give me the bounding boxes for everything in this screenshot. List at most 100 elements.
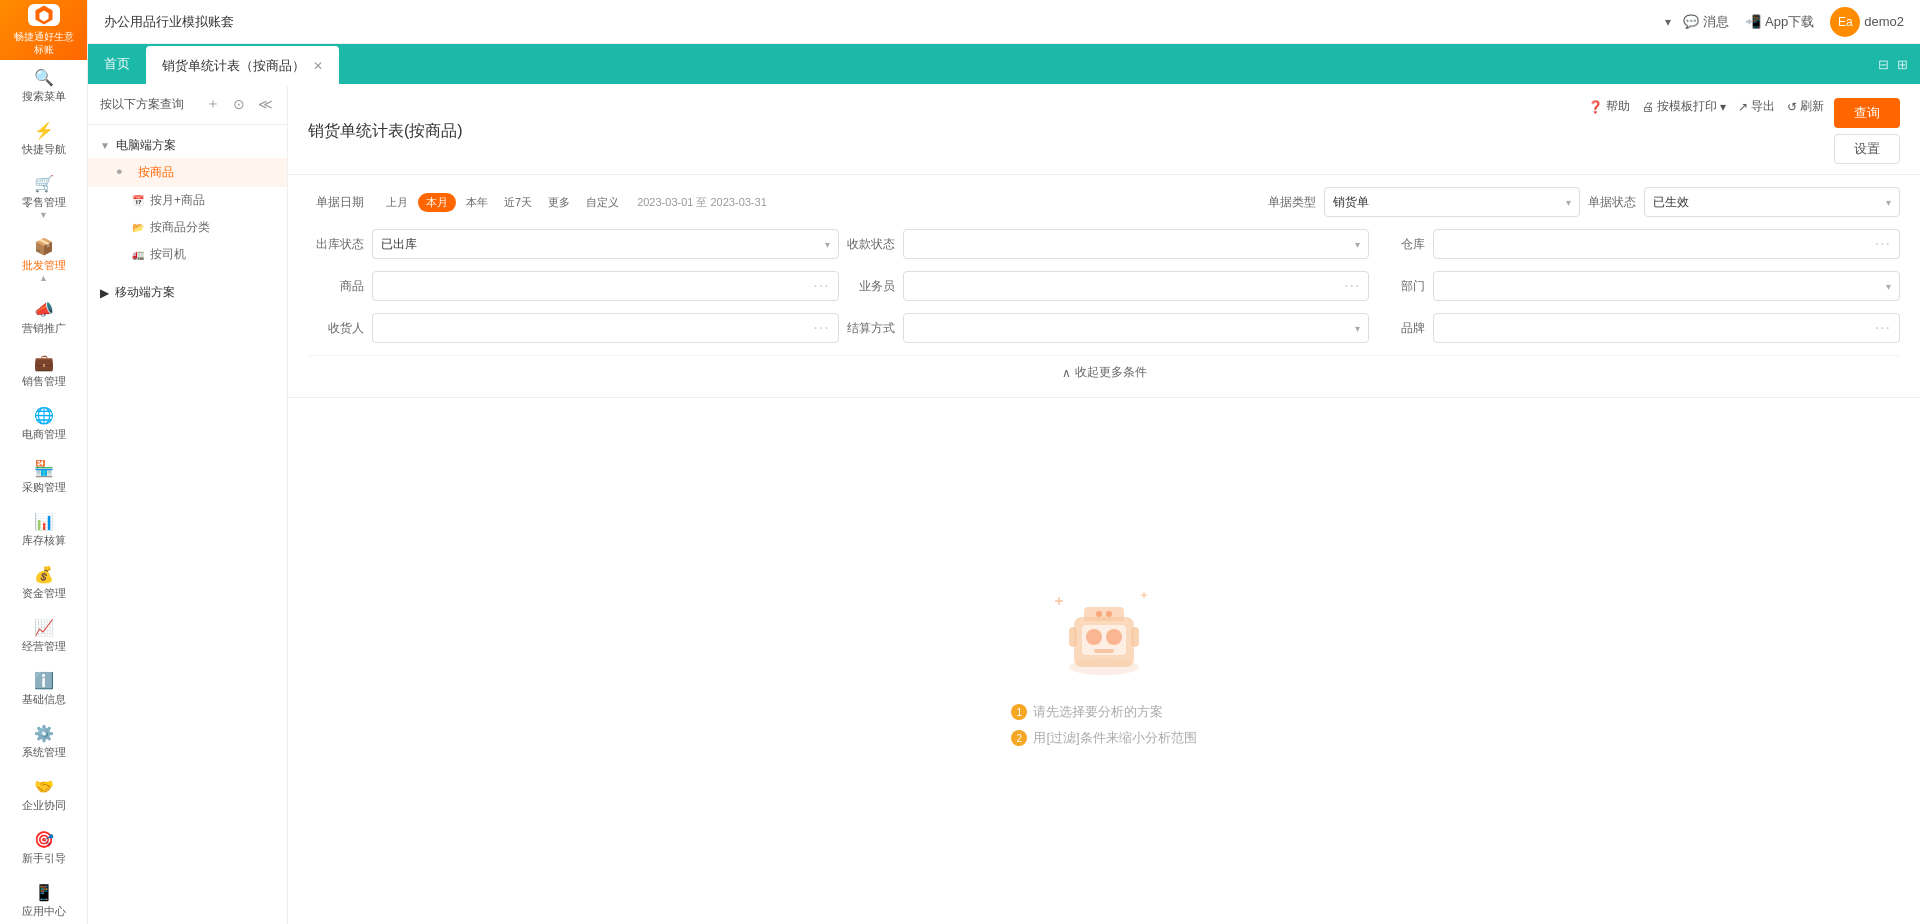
messages-btn[interactable]: 💬 消息: [1683, 13, 1729, 31]
filter-item-dept: 部门 ▾: [1369, 271, 1900, 301]
print-dropdown-icon: ▾: [1720, 100, 1726, 114]
salesman-control[interactable]: ···: [903, 271, 1370, 301]
maximize-icon[interactable]: ⊞: [1897, 57, 1908, 72]
sales-icon: 💼: [34, 353, 54, 372]
sidebar-item-enterprise[interactable]: 🤝 企业协同: [0, 769, 87, 822]
receipt-status-label: 收款状态: [839, 236, 895, 253]
svg-rect-4: [1106, 629, 1122, 645]
user-profile[interactable]: Ea demo2: [1830, 7, 1904, 37]
sidebar-item-retail[interactable]: 🛒 零售管理 ▼: [0, 166, 87, 229]
sidebar-item-guide[interactable]: 🎯 新手引导: [0, 822, 87, 875]
filter-item-out-status: 出库状态 已出库 ▾: [308, 229, 839, 259]
sidebar-item-operation[interactable]: 📈 经营管理: [0, 610, 87, 663]
tree-item-by-category[interactable]: 📂 按商品分类: [88, 214, 287, 241]
filter-item-brand: 品牌 ···: [1369, 313, 1900, 343]
tab-close-icon[interactable]: ✕: [313, 59, 323, 73]
salesman-dots: ···: [1344, 277, 1360, 295]
filter-item-date: 单据日期 上月 本月 本年 近7天 更多 自定义 2023-03-01 至 20…: [308, 193, 1260, 212]
receipt-status-dropdown-icon: ▾: [1355, 239, 1360, 250]
svg-rect-8: [1084, 607, 1124, 621]
type-control[interactable]: 销货单 ▾: [1324, 187, 1580, 217]
tree-section-mobile-header[interactable]: ▶ 移动端方案: [88, 280, 287, 305]
filter-item-receipt-status: 收款状态 ▾: [839, 229, 1370, 259]
tip-num-2: 2: [1011, 730, 1027, 746]
tree-item-by-goods[interactable]: ● 按商品: [88, 158, 287, 187]
app-center-icon: 📱: [34, 883, 54, 902]
message-icon: 💬: [1683, 14, 1699, 29]
left-panel: 按以下方案查询 ＋ ⊙ ≪ ▼ 电脑端方案 ● 按商品 📅: [88, 84, 288, 924]
brand-control[interactable]: ···: [1433, 313, 1900, 343]
out-status-control[interactable]: 已出库 ▾: [372, 229, 839, 259]
date-tab-this-month[interactable]: 本月: [418, 193, 456, 212]
settle-label: 结算方式: [839, 320, 895, 337]
sidebar-item-search-menu[interactable]: 🔍 搜索菜单: [0, 60, 87, 113]
date-tab-last-month[interactable]: 上月: [380, 193, 414, 212]
sidebar-item-marketing[interactable]: 📣 营销推广: [0, 292, 87, 345]
settings-button[interactable]: 设置: [1834, 134, 1900, 164]
receiver-control[interactable]: ···: [372, 313, 839, 343]
date-tab-this-year[interactable]: 本年: [460, 193, 494, 212]
sidebar-item-wholesale[interactable]: 📦 批发管理 ▲: [0, 229, 87, 292]
minimize-icon[interactable]: ⊟: [1878, 57, 1889, 72]
date-range: 2023-03-01 至 2023-03-31: [637, 195, 767, 210]
goods-control[interactable]: ···: [372, 271, 839, 301]
filter-area: 单据日期 上月 本月 本年 近7天 更多 自定义 2023-03-01 至 20…: [288, 175, 1920, 398]
tab-home[interactable]: 首页: [88, 44, 146, 84]
page-title-bar: 销货单统计表(按商品) ❓ 帮助 🖨 按模板打印 ▾ ↗: [288, 84, 1920, 175]
tab-sales-stat[interactable]: 销货单统计表（按商品） ✕: [146, 46, 339, 86]
svg-rect-7: [1131, 627, 1139, 647]
warehouse-control[interactable]: ···: [1433, 229, 1900, 259]
sidebar: 畅捷通好生意 标账 🔍 搜索菜单 ⚡ 快捷导航 🛒 零售管理 ▼ 📦 批发管理 …: [0, 0, 88, 924]
help-icon: ❓: [1588, 100, 1603, 114]
dept-dropdown-icon: ▾: [1886, 281, 1891, 292]
search-menu-icon: 🔍: [34, 68, 54, 87]
sidebar-item-inventory[interactable]: 📊 库存核算: [0, 504, 87, 557]
status-control[interactable]: 已生效 ▾: [1644, 187, 1900, 217]
add-scheme-btn[interactable]: ＋: [203, 94, 223, 114]
sidebar-item-finance[interactable]: 💰 资金管理: [0, 557, 87, 610]
settings-scheme-btn[interactable]: ⊙: [229, 94, 249, 114]
sidebar-item-sales[interactable]: 💼 销售管理: [0, 345, 87, 398]
filter-item-type: 单据类型 销货单 ▾: [1260, 187, 1580, 217]
tree-item-by-scanner[interactable]: 🚛 按司机: [88, 241, 287, 268]
sidebar-item-purchase[interactable]: 🏪 采购管理: [0, 451, 87, 504]
collapse-btn[interactable]: ∧ 收起更多条件: [1062, 364, 1147, 381]
tree-item-by-month-goods[interactable]: 📅 按月+商品: [88, 187, 287, 214]
settle-control[interactable]: ▾: [903, 313, 1370, 343]
collapse-panel-btn[interactable]: ≪: [255, 94, 275, 114]
refresh-icon: ↺: [1787, 100, 1797, 114]
receiver-label: 收货人: [308, 320, 364, 337]
sidebar-item-system[interactable]: ⚙️ 系统管理: [0, 716, 87, 769]
quick-nav-icon: ⚡: [34, 121, 54, 140]
query-button[interactable]: 查询: [1834, 98, 1900, 128]
collapse-bar: ∧ 收起更多条件: [308, 355, 1900, 385]
date-tab-custom[interactable]: 自定义: [580, 193, 625, 212]
receipt-status-control[interactable]: ▾: [903, 229, 1370, 259]
date-tab-more[interactable]: 更多: [542, 193, 576, 212]
filter-item-goods: 商品 ···: [308, 271, 839, 301]
sidebar-item-ecommerce[interactable]: 🌐 电商管理: [0, 398, 87, 451]
panel-icons: ＋ ⊙ ≪: [203, 94, 275, 114]
title-actions: ❓ 帮助 🖨 按模板打印 ▾ ↗ 导出 ↺: [1588, 98, 1824, 115]
suite-dropdown[interactable]: ▾: [1665, 15, 1671, 29]
brand-dots: ···: [1875, 319, 1891, 337]
breadcrumb-title: 办公用品行业模拟账套: [104, 13, 234, 31]
ecommerce-icon: 🌐: [34, 406, 54, 425]
tree-section-desktop-header[interactable]: ▼ 电脑端方案: [88, 133, 287, 158]
sidebar-item-quick-nav[interactable]: ⚡ 快捷导航: [0, 113, 87, 166]
type-dropdown-icon: ▾: [1566, 197, 1571, 208]
refresh-btn[interactable]: ↺ 刷新: [1787, 98, 1824, 115]
dept-control[interactable]: ▾: [1433, 271, 1900, 301]
sidebar-item-app-center[interactable]: 📱 应用中心: [0, 875, 87, 924]
filter-item-settle: 结算方式 ▾: [839, 313, 1370, 343]
tree-section-desktop: ▼ 电脑端方案 ● 按商品 📅 按月+商品 📂 按商品分类 🚛 按: [88, 125, 287, 276]
template-print-btn[interactable]: 🖨 按模板打印 ▾: [1642, 98, 1726, 115]
date-tab-7days[interactable]: 近7天: [498, 193, 538, 212]
export-btn[interactable]: ↗ 导出: [1738, 98, 1775, 115]
date-tabs: 上月 本月 本年 近7天 更多 自定义: [380, 193, 625, 212]
sidebar-item-basic[interactable]: ℹ️ 基础信息: [0, 663, 87, 716]
out-status-label: 出库状态: [308, 236, 364, 253]
help-btn[interactable]: ❓ 帮助: [1588, 98, 1630, 115]
page-title: 销货单统计表(按商品): [308, 121, 463, 142]
app-download-btn[interactable]: 📲 App下载: [1745, 13, 1814, 31]
